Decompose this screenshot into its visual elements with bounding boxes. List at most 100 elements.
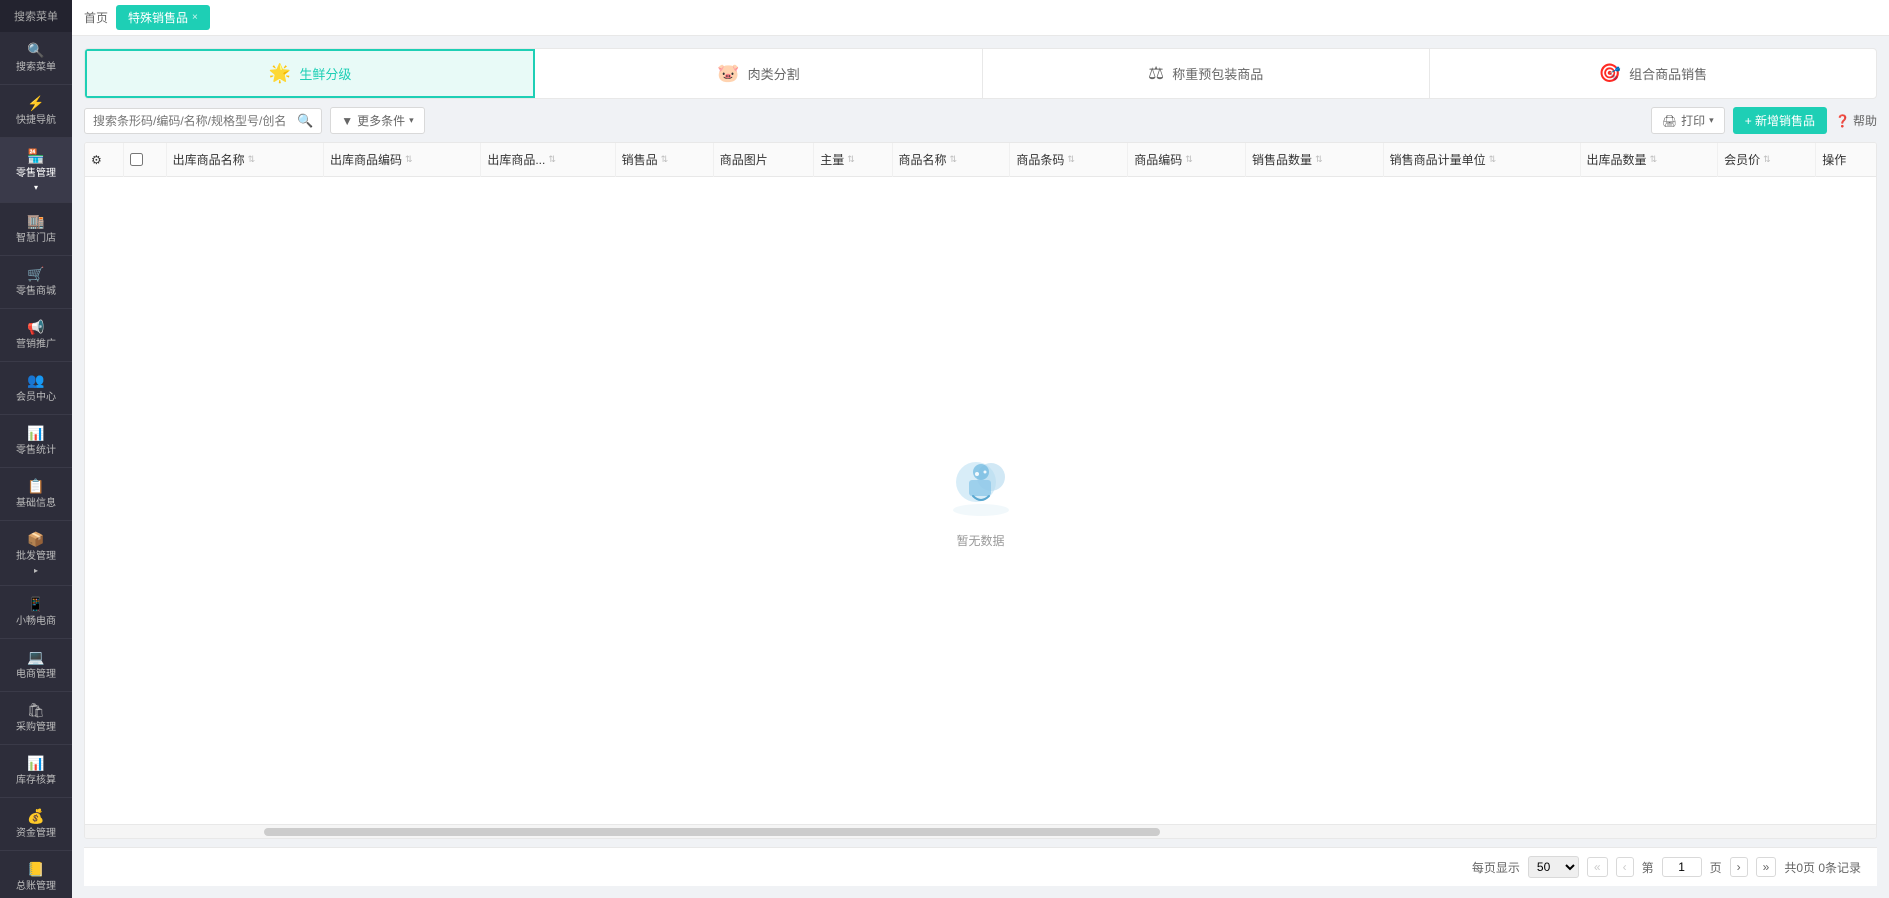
retail-arrow-icon: ▾ xyxy=(34,183,38,192)
th-goods_name[interactable]: 商品名称⇅ xyxy=(892,143,1010,177)
retailstat-icon: 📊 xyxy=(27,425,44,442)
sort-icon-goods_code[interactable]: ⇅ xyxy=(1185,154,1193,165)
content-area: 🌟生鲜分级🐷肉类分割⚖称重预包装商品🎯组合商品销售 🔍 ▼ 更多条件 ▾ 🖨 打… xyxy=(72,36,1889,898)
th-label-out_qty: 出库品数量 xyxy=(1587,151,1647,168)
th-barcode[interactable]: 商品条码⇅ xyxy=(1010,143,1128,177)
th-out_code[interactable]: 出库商品编码⇅ xyxy=(323,143,480,177)
close-tab-icon[interactable]: × xyxy=(192,12,198,23)
th-out_spec[interactable]: 出库商品...⇅ xyxy=(481,143,615,177)
promo-label: 营销推广 xyxy=(16,339,56,351)
miniapp-label: 小畅电商 xyxy=(16,616,56,628)
th-label-action: 操作 xyxy=(1822,151,1846,168)
th-action: 操作 xyxy=(1816,143,1876,177)
th-check xyxy=(123,143,166,177)
toolbar-right: 🖨 打印 ▾ + 新增销售品 ❓ 帮助 xyxy=(1651,107,1877,134)
th-goods_code[interactable]: 商品编码⇅ xyxy=(1128,143,1246,177)
th-main[interactable]: 主量⇅ xyxy=(814,143,892,177)
sort-icon-out_spec[interactable]: ⇅ xyxy=(548,154,556,165)
th-label-out_code: 出库商品编码 xyxy=(330,151,402,168)
category-tabs: 🌟生鲜分级🐷肉类分割⚖称重预包装商品🎯组合商品销售 xyxy=(84,48,1877,99)
sort-icon-goods_name[interactable]: ⇅ xyxy=(950,154,958,165)
sidebar-item-retail[interactable]: 🏪零售管理▾ xyxy=(0,138,72,203)
sidebar-item-retailmall[interactable]: 🛒零售商城 xyxy=(0,256,72,309)
th-member_price[interactable]: 会员价⇅ xyxy=(1718,143,1816,177)
sidebar-item-purchase[interactable]: 🛍 采购管理 xyxy=(0,692,72,745)
print-button[interactable]: 🖨 打印 ▾ xyxy=(1651,107,1725,134)
scrollbar-thumb[interactable] xyxy=(264,828,1160,836)
last-page-button[interactable]: » xyxy=(1756,857,1777,877)
th-label-sale_item: 销售品 xyxy=(622,151,658,168)
inventory-icon: 📊 xyxy=(27,755,44,772)
th-out_qty[interactable]: 出库品数量⇅ xyxy=(1580,143,1718,177)
logo-text: 搜索菜单 xyxy=(14,8,58,24)
topnav-home[interactable]: 首页 xyxy=(84,9,108,26)
sidebar-item-member[interactable]: 👥会员中心 xyxy=(0,362,72,415)
th-label-out_name: 出库商品名称 xyxy=(173,151,245,168)
search-input[interactable] xyxy=(93,114,293,128)
th-out_name[interactable]: 出库商品名称⇅ xyxy=(166,143,323,177)
cat-tab-fresh[interactable]: 🌟生鲜分级 xyxy=(85,49,535,98)
sort-icon-sale_qty[interactable]: ⇅ xyxy=(1315,154,1323,165)
next-page-button[interactable]: › xyxy=(1730,857,1748,877)
sidebar-item-promo[interactable]: 📢营销推广 xyxy=(0,309,72,362)
sidebar-logo: 搜索菜单 xyxy=(0,0,72,32)
search-box: 🔍 xyxy=(84,108,322,134)
purchase-label: 采购管理 xyxy=(16,722,56,734)
select-all-checkbox[interactable] xyxy=(130,153,143,166)
page-unit: 页 xyxy=(1710,859,1722,876)
weight-cat-icon: ⚖ xyxy=(1148,63,1164,84)
search-label: 搜索菜单 xyxy=(16,62,56,74)
sidebar-item-inventory[interactable]: 📊库存核算 xyxy=(0,745,72,798)
sidebar-item-basic[interactable]: 📋基础信息 xyxy=(0,468,72,521)
sort-icon-out_name[interactable]: ⇅ xyxy=(248,154,256,165)
prev-page-button[interactable]: ‹ xyxy=(1616,857,1634,877)
sort-icon-sale_item[interactable]: ⇅ xyxy=(661,154,669,165)
help-icon: ❓ xyxy=(1835,114,1850,128)
sidebar-item-finance[interactable]: 💰资金管理 xyxy=(0,798,72,851)
member-icon: 👥 xyxy=(27,372,44,389)
cat-tab-meat[interactable]: 🐷肉类分割 xyxy=(535,49,982,98)
total-info: 共0页 0条记录 xyxy=(1784,859,1861,876)
th-sale_item[interactable]: 销售品⇅ xyxy=(615,143,713,177)
cat-tab-combo[interactable]: 🎯组合商品销售 xyxy=(1430,49,1876,98)
cat-tab-weight[interactable]: ⚖称重预包装商品 xyxy=(983,49,1430,98)
topnav-active-tab[interactable]: 特殊销售品 × xyxy=(116,5,210,30)
sidebar-item-smartstore[interactable]: 🏬智慧门店 xyxy=(0,203,72,256)
add-button[interactable]: + 新增销售品 xyxy=(1733,107,1827,134)
smartstore-label: 智慧门店 xyxy=(16,233,56,245)
first-page-button[interactable]: « xyxy=(1587,857,1608,877)
fresh-cat-label: 生鲜分级 xyxy=(299,64,351,83)
add-button-label: + 新增销售品 xyxy=(1745,112,1815,129)
horizontal-scrollbar[interactable] xyxy=(85,824,1876,838)
th-sale_unit[interactable]: 销售商品计量单位⇅ xyxy=(1383,143,1580,177)
sidebar-item-retailstat[interactable]: 📊零售统计 xyxy=(0,415,72,468)
th-label-goods_name: 商品名称 xyxy=(899,151,947,168)
empty-illustration xyxy=(941,452,1021,522)
filter-button[interactable]: ▼ 更多条件 ▾ xyxy=(330,107,424,134)
sidebar-item-ecommerce[interactable]: 💻电商管理 xyxy=(0,639,72,692)
sidebar-item-quicknav[interactable]: ⚡快捷导航 xyxy=(0,85,72,138)
quicknav-icon: ⚡ xyxy=(27,95,44,112)
sidebar-item-wholesale[interactable]: 📦批发管理▸ xyxy=(0,521,72,586)
purchase-icon: 🛍 xyxy=(27,702,45,719)
combo-cat-icon: 🎯 xyxy=(1599,63,1621,84)
sort-icon-barcode[interactable]: ⇅ xyxy=(1067,154,1075,165)
th-sale_qty[interactable]: 销售品数量⇅ xyxy=(1246,143,1384,177)
search-icon[interactable]: 🔍 xyxy=(297,113,313,129)
sort-icon-out_code[interactable]: ⇅ xyxy=(405,154,413,165)
sidebar-item-search[interactable]: 🔍搜索菜单 xyxy=(0,32,72,85)
chevron-down-icon: ▾ xyxy=(409,115,414,126)
retailmall-label: 零售商城 xyxy=(16,286,56,298)
sort-icon-member_price[interactable]: ⇅ xyxy=(1763,154,1771,165)
page-input[interactable] xyxy=(1662,857,1702,877)
empty-text: 暂无数据 xyxy=(956,532,1004,549)
sidebar-item-ledger[interactable]: 📒总账管理 xyxy=(0,851,72,898)
sort-icon-out_qty[interactable]: ⇅ xyxy=(1650,154,1658,165)
sidebar-item-miniapp[interactable]: 📱小畅电商 xyxy=(0,586,72,639)
per-page-select[interactable]: 102050100 xyxy=(1528,856,1579,878)
basic-label: 基础信息 xyxy=(16,498,56,510)
sort-icon-sale_unit[interactable]: ⇅ xyxy=(1489,154,1497,165)
help-button[interactable]: ❓ 帮助 xyxy=(1835,112,1877,129)
sort-icon-main[interactable]: ⇅ xyxy=(847,154,855,165)
toolbar-left: 🔍 ▼ 更多条件 ▾ xyxy=(84,107,425,134)
